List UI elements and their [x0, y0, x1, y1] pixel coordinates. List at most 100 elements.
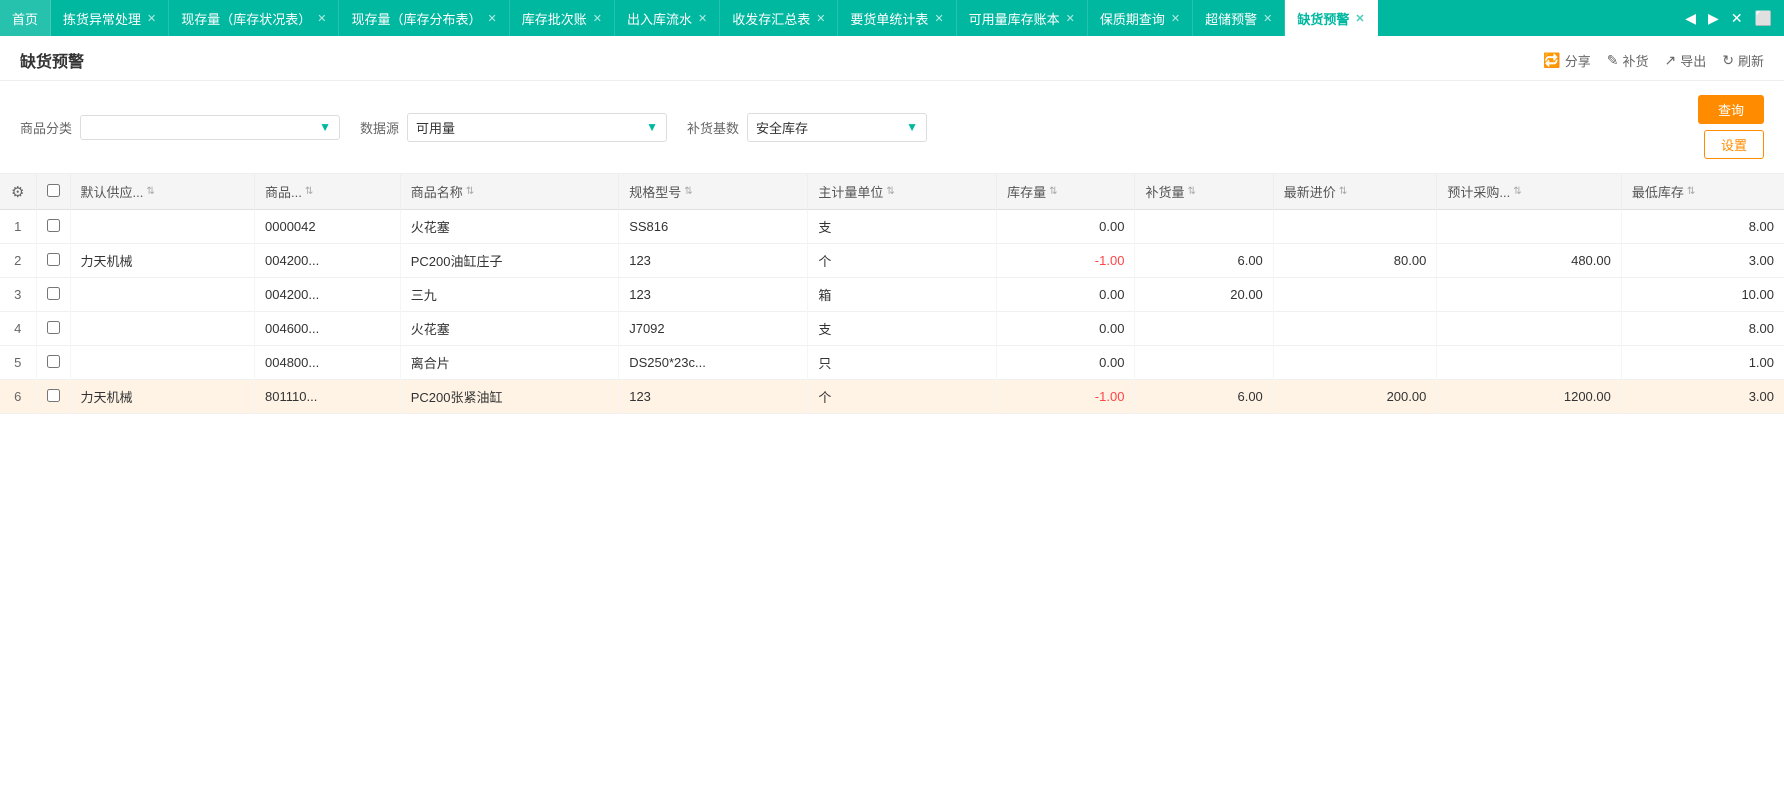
refresh-button[interactable]: ↻ 刷新 — [1722, 51, 1764, 70]
nav-item-abnormal[interactable]: 拣货异常处理 ✕ — [51, 0, 169, 36]
nav-item-demand-stats[interactable]: 要货单统计表 ✕ — [838, 0, 956, 36]
th-gear[interactable]: ⚙ — [0, 174, 36, 210]
nav-item-recv-summary[interactable]: 收发存汇总表 ✕ — [720, 0, 838, 36]
th-product-name[interactable]: 商品名称 ⇅ — [400, 174, 618, 210]
gear-icon[interactable]: ⚙ — [11, 184, 24, 201]
cell-product-name: PC200张紧油缸 — [400, 380, 618, 414]
th-unit[interactable]: 主计量单位 ⇅ — [808, 174, 997, 210]
cell-product-name: 离合片 — [400, 346, 618, 380]
nav-item-inventory-dist[interactable]: 现存量（库存分布表） ✕ — [339, 0, 509, 36]
nav-prev-btn[interactable]: ◀ — [1681, 8, 1700, 29]
data-table: ⚙ 默认供应... ⇅ 商品... ⇅ — [0, 174, 1784, 414]
cell-checkbox[interactable] — [36, 346, 70, 380]
sort-unit[interactable]: 主计量单位 ⇅ — [818, 182, 894, 201]
close-inventory-status[interactable]: ✕ — [317, 12, 326, 25]
nav-close-btn[interactable]: ✕ — [1727, 8, 1747, 29]
cell-replenish-qty: 20.00 — [1135, 278, 1273, 312]
cell-min-stock: 1.00 — [1621, 346, 1784, 380]
replenish-select[interactable]: 安全库存 ▼ — [747, 113, 927, 142]
row-checkbox-2[interactable] — [47, 287, 60, 300]
category-select[interactable]: ▼ — [80, 115, 340, 140]
row-checkbox-1[interactable] — [47, 253, 60, 266]
sort-estimated-purchase[interactable]: 预计采购... ⇅ — [1447, 182, 1521, 201]
query-button[interactable]: 查询 — [1698, 95, 1764, 124]
cell-spec: J7092 — [619, 312, 808, 346]
row-checkbox-5[interactable] — [47, 389, 60, 402]
cell-row-num: 5 — [0, 346, 36, 380]
cell-estimated-purchase: 480.00 — [1437, 244, 1622, 278]
export-button[interactable]: ↗ 导出 — [1665, 51, 1707, 70]
close-shortage[interactable]: ✕ — [1355, 12, 1364, 25]
nav-item-inventory-status[interactable]: 现存量（库存状况表） ✕ — [169, 0, 339, 36]
share-button[interactable]: 🔁 分享 — [1543, 51, 1590, 70]
select-all-checkbox[interactable] — [47, 184, 60, 197]
sort-supplier[interactable]: 默认供应... ⇅ — [81, 182, 155, 201]
cell-unit: 个 — [808, 244, 997, 278]
cell-spec: 123 — [619, 278, 808, 312]
nav-item-available-ledger[interactable]: 可用量库存账本 ✕ — [957, 0, 1088, 36]
row-checkbox-0[interactable] — [47, 219, 60, 232]
datasource-select[interactable]: 可用量 ▼ — [407, 113, 667, 142]
close-overstock[interactable]: ✕ — [1263, 12, 1272, 25]
replenish-arrow-icon: ▼ — [906, 120, 918, 134]
cell-checkbox[interactable] — [36, 244, 70, 278]
nav-item-batch[interactable]: 库存批次账 ✕ — [510, 0, 615, 36]
th-stock[interactable]: 库存量 ⇅ — [997, 174, 1135, 210]
nav-next-btn[interactable]: ▶ — [1704, 8, 1723, 29]
cell-min-stock: 8.00 — [1621, 312, 1784, 346]
nav-item-home[interactable]: 首页 — [0, 0, 51, 36]
cell-spec: 123 — [619, 244, 808, 278]
cell-estimated-purchase — [1437, 278, 1622, 312]
close-recv-summary[interactable]: ✕ — [816, 12, 825, 25]
replenish-filter-group: 补货基数 安全库存 ▼ — [687, 113, 927, 142]
cell-latest-price — [1273, 346, 1437, 380]
th-spec[interactable]: 规格型号 ⇅ — [619, 174, 808, 210]
settings-button[interactable]: 设置 — [1704, 130, 1764, 159]
close-inout-flow[interactable]: ✕ — [698, 12, 707, 25]
cell-stock: -1.00 — [997, 380, 1135, 414]
row-checkbox-3[interactable] — [47, 321, 60, 334]
close-inventory-dist[interactable]: ✕ — [488, 12, 497, 25]
cell-estimated-purchase — [1437, 346, 1622, 380]
cell-checkbox[interactable] — [36, 380, 70, 414]
cell-checkbox[interactable] — [36, 312, 70, 346]
refresh-icon: ↻ — [1722, 52, 1734, 69]
cell-row-num: 1 — [0, 210, 36, 244]
sort-arrows-stock: ⇅ — [1049, 186, 1057, 197]
close-available-ledger[interactable]: ✕ — [1066, 12, 1075, 25]
close-abnormal[interactable]: ✕ — [147, 12, 156, 25]
close-batch[interactable]: ✕ — [593, 12, 602, 25]
sort-arrows-unit: ⇅ — [886, 186, 894, 197]
sort-min-stock[interactable]: 最低库存 ⇅ — [1632, 182, 1695, 201]
nav-item-overstock[interactable]: 超储预警 ✕ — [1193, 0, 1285, 36]
th-estimated-purchase[interactable]: 预计采购... ⇅ — [1437, 174, 1622, 210]
nav-item-expiry[interactable]: 保质期查询 ✕ — [1088, 0, 1193, 36]
share-icon: 🔁 — [1543, 52, 1560, 69]
sort-product-name[interactable]: 商品名称 ⇅ — [411, 182, 474, 201]
th-min-stock[interactable]: 最低库存 ⇅ — [1621, 174, 1784, 210]
replenish-button[interactable]: ✎ 补货 — [1607, 51, 1649, 70]
cell-min-stock: 10.00 — [1621, 278, 1784, 312]
th-product-code[interactable]: 商品... ⇅ — [255, 174, 401, 210]
sort-latest-price[interactable]: 最新进价 ⇅ — [1284, 182, 1347, 201]
th-supplier[interactable]: 默认供应... ⇅ — [70, 174, 255, 210]
th-replenish-qty[interactable]: 补货量 ⇅ — [1135, 174, 1273, 210]
sort-arrows-replenish-qty: ⇅ — [1187, 186, 1195, 197]
cell-row-num: 2 — [0, 244, 36, 278]
close-demand-stats[interactable]: ✕ — [934, 12, 943, 25]
sort-spec[interactable]: 规格型号 ⇅ — [629, 182, 692, 201]
table-header-row: ⚙ 默认供应... ⇅ 商品... ⇅ — [0, 174, 1784, 210]
nav-item-inout-flow[interactable]: 出入库流水 ✕ — [615, 0, 720, 36]
nav-item-shortage[interactable]: 缺货预警 ✕ — [1285, 0, 1377, 36]
sort-product-code[interactable]: 商品... ⇅ — [265, 182, 313, 201]
row-checkbox-4[interactable] — [47, 355, 60, 368]
cell-checkbox[interactable] — [36, 210, 70, 244]
th-latest-price[interactable]: 最新进价 ⇅ — [1273, 174, 1437, 210]
th-checkbox[interactable] — [36, 174, 70, 210]
cell-replenish-qty — [1135, 312, 1273, 346]
cell-checkbox[interactable] — [36, 278, 70, 312]
close-expiry[interactable]: ✕ — [1171, 12, 1180, 25]
sort-replenish-qty[interactable]: 补货量 ⇅ — [1145, 182, 1195, 201]
sort-stock[interactable]: 库存量 ⇅ — [1007, 182, 1057, 201]
nav-restore-btn[interactable]: ⬜ — [1751, 8, 1776, 29]
